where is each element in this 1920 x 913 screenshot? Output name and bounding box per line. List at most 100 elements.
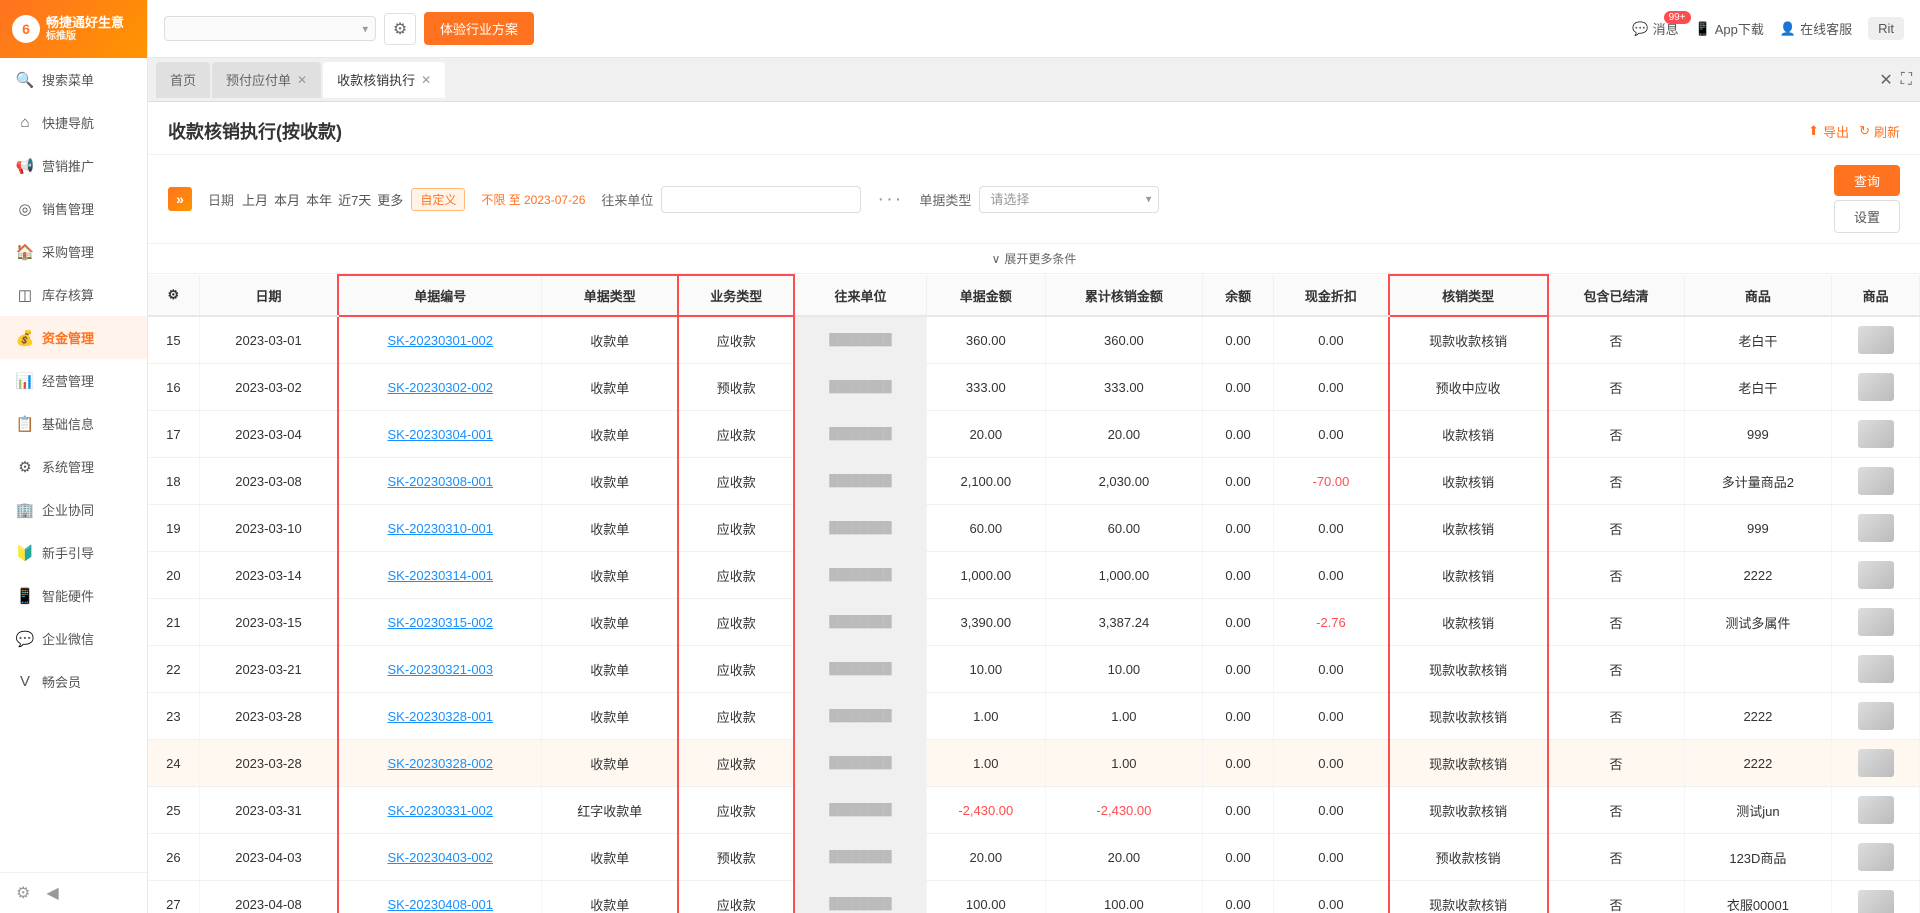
tab-prepay[interactable]: 预付应付单✕ [212,62,321,98]
sidebar-item-search[interactable]: 🔍 搜索菜单 [0,58,147,101]
sidebar-item-guide[interactable]: 🔰 新手引导 [0,531,147,574]
filter-setting-btn[interactable]: 设置 [1834,200,1900,233]
tab-home[interactable]: 首页 [156,62,210,98]
cell-date: 2023-03-02 [199,364,338,411]
close-tab-collect[interactable]: ✕ [421,73,431,87]
filter-dots[interactable]: ··· [877,188,903,211]
tab-collect[interactable]: 收款核销执行✕ [323,62,445,98]
date-opt-更多[interactable]: 更多 [377,190,403,209]
app-download-btn[interactable]: 📱 App下载 [1695,19,1764,38]
date-opt-本年[interactable]: 本年 [306,190,332,209]
link-bill_no[interactable]: SK-20230328-001 [387,709,493,724]
collapse-icon[interactable]: ◀ [46,883,58,903]
close-tab-prepay[interactable]: ✕ [297,73,307,87]
filter-toggle-btn[interactable]: » [168,187,192,211]
cell-bill_no[interactable]: SK-20230304-001 [338,411,542,458]
cell-verify_type: 现款收款核销 [1389,316,1548,364]
cell-balance: 0.00 [1203,646,1274,693]
company-select-wrap: 请选择 [164,16,376,41]
sidebar-item-sales[interactable]: ◎ 销售管理 [0,187,147,230]
expand-conditions-btn[interactable]: ∨ 展开更多条件 [992,250,1077,267]
date-custom-btn[interactable]: 自定义 [411,188,465,211]
link-bill_no[interactable]: SK-20230302-002 [387,380,493,395]
sidebar-item-purchase[interactable]: 🏠 采购管理 [0,230,147,273]
finance-icon: 💰 [16,329,34,347]
link-bill_no[interactable]: SK-20230315-002 [387,615,493,630]
sidebar-item-hardware[interactable]: 📱 智能硬件 [0,574,147,617]
query-btn[interactable]: 查询 [1834,165,1900,196]
link-bill_no[interactable]: SK-20230408-001 [387,897,493,912]
cell-bill_no[interactable]: SK-20230315-002 [338,599,542,646]
cell-bill_amount: 1.00 [926,740,1045,787]
link-bill_no[interactable]: SK-20230301-002 [387,333,493,348]
table-row: 172023-03-04SK-20230304-001收款单应收款███████… [148,411,1920,458]
link-bill_no[interactable]: SK-20230314-001 [387,568,493,583]
close-tab-btn[interactable]: ✕ [1879,70,1892,90]
cell-goods: 衣服00001 [1684,881,1832,913]
date-opt-上月[interactable]: 上月 [242,190,268,209]
cell-include_settled: 否 [1548,505,1685,552]
sidebar-item-corp[interactable]: 🏢 企业协同 [0,488,147,531]
cell-cumulative: 60.00 [1045,505,1202,552]
link-bill_no[interactable]: SK-20230328-002 [387,756,493,771]
logo-icon: 6 [12,15,40,43]
cell-goods: 老白干 [1684,364,1832,411]
cell-no: 19 [148,505,199,552]
cell-bill_no[interactable]: SK-20230328-002 [338,740,542,787]
cell-bill_no[interactable]: SK-20230314-001 [338,552,542,599]
sidebar-item-operation[interactable]: 📊 经营管理 [0,359,147,402]
settings-icon[interactable]: ⚙ [16,883,30,903]
cell-bill_no[interactable]: SK-20230403-002 [338,834,542,881]
cell-biz_type: 应收款 [678,693,794,740]
page-actions: ⬆ 导出 ↻ 刷新 [1808,122,1900,141]
user-profile[interactable]: Rit [1868,17,1904,40]
cell-bill_no[interactable]: SK-20230328-001 [338,693,542,740]
cell-cash_discount: 0.00 [1274,411,1389,458]
service-btn[interactable]: 👤 在线客服 [1780,19,1852,38]
sidebar-item-system[interactable]: ⚙ 系统管理 [0,445,147,488]
cell-goods: 2222 [1684,552,1832,599]
company-select[interactable]: 请选择 [164,16,376,41]
cell-bill_no[interactable]: SK-20230302-002 [338,364,542,411]
link-bill_no[interactable]: SK-20230310-001 [387,521,493,536]
cell-bill_no[interactable]: SK-20230321-003 [338,646,542,693]
cell-counterpart: ████████ [794,316,926,364]
sidebar-item-member[interactable]: V 畅会员 [0,660,147,703]
sidebar-item-finance[interactable]: 💰 资金管理 [0,316,147,359]
refresh-btn[interactable]: ↻ 刷新 [1859,122,1900,141]
cell-bill_no[interactable]: SK-20230408-001 [338,881,542,913]
sidebar-item-marketing[interactable]: 📢 营销推广 [0,144,147,187]
link-bill_no[interactable]: SK-20230403-002 [387,850,493,865]
bill-type-select[interactable]: 请选择 [979,186,1159,213]
cell-bill_no[interactable]: SK-20230310-001 [338,505,542,552]
solution-button[interactable]: 体验行业方案 [424,12,534,45]
cell-bill_amount: 20.00 [926,834,1045,881]
cell-bill_amount: 3,390.00 [926,599,1045,646]
cell-no: 22 [148,646,199,693]
sidebar-item-basic[interactable]: 📋 基础信息 [0,402,147,445]
link-bill_no[interactable]: SK-20230304-001 [387,427,493,442]
cell-bill_no[interactable]: SK-20230308-001 [338,458,542,505]
message-btn[interactable]: 💬 消息 99+ [1632,19,1678,38]
date-opt-近7天[interactable]: 近7天 [338,190,371,209]
cell-cash_discount: 0.00 [1274,693,1389,740]
table-row: 192023-03-10SK-20230310-001收款单应收款███████… [148,505,1920,552]
cell-bill_no[interactable]: SK-20230331-002 [338,787,542,834]
sidebar-item-inventory[interactable]: ◫ 库存核算 [0,273,147,316]
sidebar-item-quick[interactable]: ⌂ 快捷导航 [0,101,147,144]
cell-bill_amount: 20.00 [926,411,1045,458]
link-bill_no[interactable]: SK-20230308-001 [387,474,493,489]
date-opt-本月[interactable]: 本月 [274,190,300,209]
table-body: 152023-03-01SK-20230301-002收款单应收款███████… [148,316,1920,913]
cell-bill_amount: 10.00 [926,646,1045,693]
settings-gear-btn[interactable]: ⚙ [384,13,416,45]
cell-no: 21 [148,599,199,646]
sidebar-item-wechat[interactable]: 💬 企业微信 [0,617,147,660]
cell-verify_type: 收款核销 [1389,411,1548,458]
maximize-tab-btn[interactable]: ⛶ [1901,71,1912,89]
link-bill_no[interactable]: SK-20230331-002 [387,803,493,818]
link-bill_no[interactable]: SK-20230321-003 [387,662,493,677]
cell-bill_no[interactable]: SK-20230301-002 [338,316,542,364]
export-btn[interactable]: ⬆ 导出 [1808,122,1849,141]
counterpart-input[interactable] [661,186,861,213]
